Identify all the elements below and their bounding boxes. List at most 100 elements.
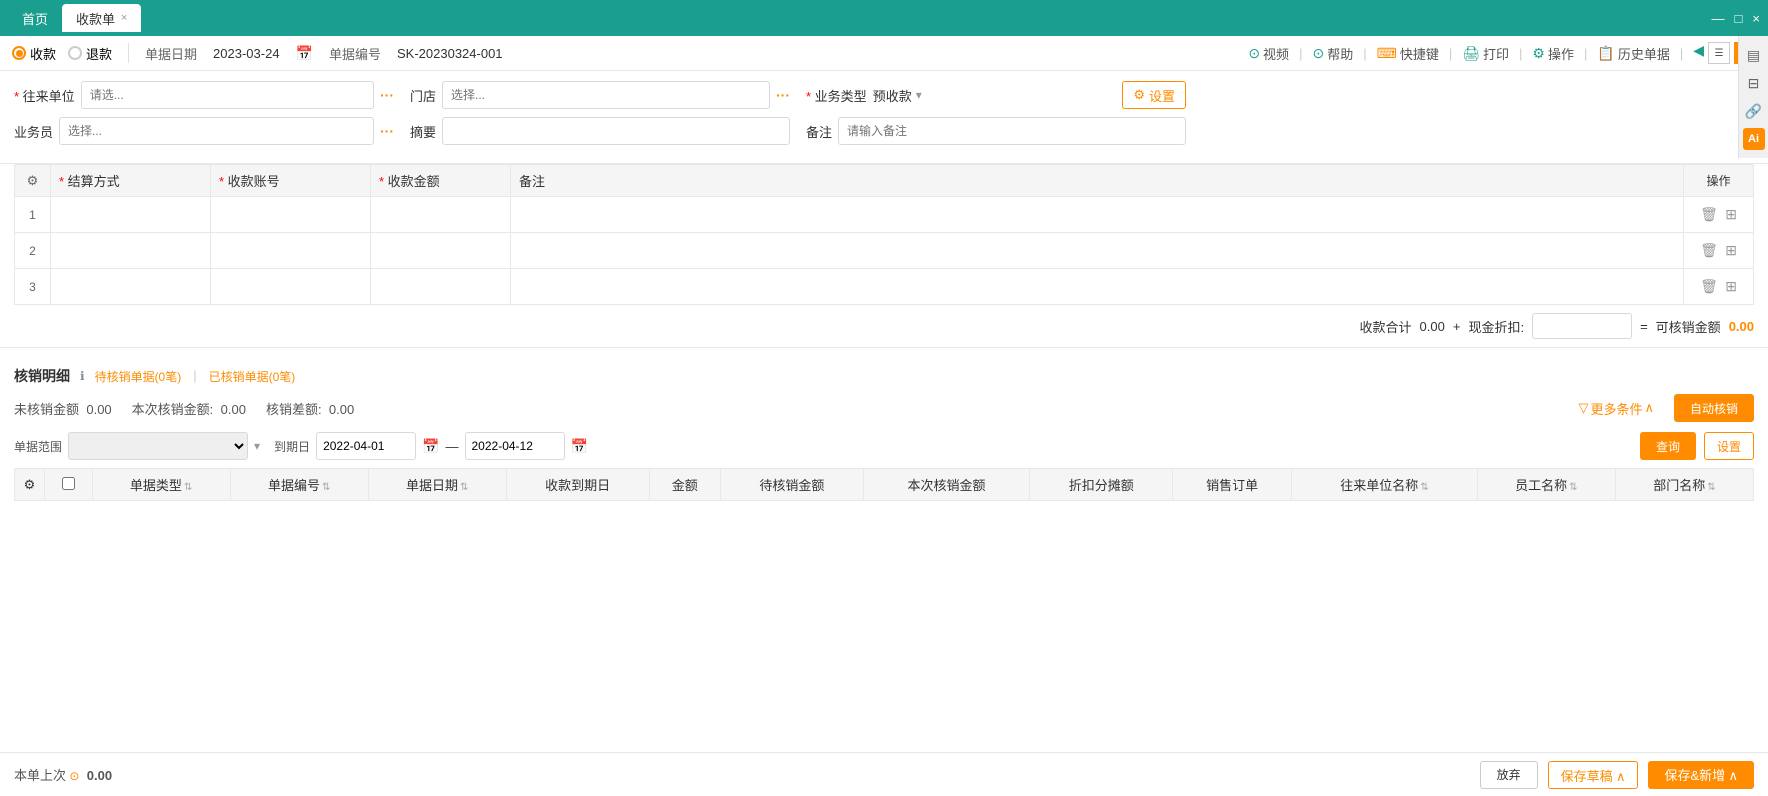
- gear-bottom-icon[interactable]: ⚙: [24, 477, 36, 492]
- tab-receipt[interactable]: 收款单 ×: [62, 4, 141, 32]
- row-settle-1[interactable]: [51, 197, 211, 233]
- tab-home[interactable]: 首页: [8, 4, 62, 32]
- print-action[interactable]: 🖨 打印: [1462, 44, 1509, 63]
- right-panel-icon-2[interactable]: ⊟: [1743, 72, 1765, 94]
- video-icon: ⊙: [1248, 45, 1260, 62]
- minimize-icon[interactable]: —: [1712, 11, 1725, 26]
- stat-current: 本次核销金额: 0.00: [132, 399, 246, 418]
- footer-actions: 放弃 保存草稿 ∧ 保存&新增 ∧: [1480, 761, 1754, 789]
- receipt-table: ⚙ 结算方式 收款账号 收款金额 备注 操作: [14, 164, 1754, 305]
- store-ellipsis[interactable]: ···: [776, 87, 790, 103]
- auto-writeoff-btn[interactable]: 自动核销: [1674, 394, 1754, 422]
- delete-icon-1[interactable]: 🗑: [1700, 206, 1718, 222]
- form-area: 往来单位 ··· 门店 ··· 业务类型 预收款 ▾ ⚙ 设置: [0, 71, 1768, 164]
- remark-input[interactable]: [838, 117, 1186, 145]
- writeoff-tabs: 待核销单据(0笔) | 已核销单据(0笔): [95, 368, 296, 385]
- pending-col-header: 待核销金额: [720, 469, 863, 501]
- radio-group: 收款 退款: [12, 44, 112, 63]
- calendar-end-icon[interactable]: 📅: [571, 438, 588, 455]
- staff-input[interactable]: [59, 117, 374, 145]
- right-panel-icon-1[interactable]: ▤: [1743, 44, 1765, 66]
- radio-refund[interactable]: 退款: [68, 44, 112, 63]
- row-amount-1[interactable]: [371, 197, 511, 233]
- history-action[interactable]: 📋 历史单据: [1597, 44, 1669, 63]
- operate-action[interactable]: ⚙ 操作: [1532, 44, 1574, 63]
- amount-col-header: 收款金额: [379, 174, 440, 189]
- staff-ellipsis[interactable]: ···: [380, 123, 394, 139]
- copy-icon-1[interactable]: ⊞: [1725, 206, 1737, 222]
- print-label: 打印: [1483, 44, 1509, 63]
- discount-label: 现金折扣:: [1468, 317, 1524, 336]
- more-conditions-btn[interactable]: ▽ 更多条件 ∧: [1578, 399, 1654, 418]
- shortcut-action[interactable]: ⌨ 快捷键: [1377, 44, 1439, 63]
- abandon-btn[interactable]: 放弃: [1480, 761, 1538, 789]
- right-panel-icon-4[interactable]: Ai: [1743, 128, 1765, 150]
- this-upper-question-icon[interactable]: ⊙: [69, 769, 79, 783]
- table-row: 2 🗑 ⊞: [15, 233, 1754, 269]
- stat-diff: 核销差额: 0.00: [266, 399, 354, 418]
- row-remark-3[interactable]: [511, 269, 1684, 305]
- radio-refund-circle: [68, 46, 82, 60]
- biz-type-arrow[interactable]: ▾: [916, 88, 922, 102]
- main-content: 收款 退款 单据日期 2023-03-24 📅 单据编号 SK-20230324…: [0, 36, 1768, 796]
- maximize-icon[interactable]: □: [1735, 11, 1743, 26]
- select-all-checkbox[interactable]: [62, 477, 75, 490]
- calendar-icon[interactable]: 📅: [296, 45, 313, 62]
- settings-label: 设置: [1149, 86, 1175, 105]
- chevron-up-icon: ∧: [1644, 400, 1654, 416]
- delete-icon-3[interactable]: 🗑: [1700, 278, 1718, 294]
- partner-input[interactable]: [81, 81, 374, 109]
- store-input[interactable]: [442, 81, 770, 109]
- prev-icon[interactable]: ◀: [1693, 42, 1704, 64]
- save-new-btn[interactable]: 保存&新增 ∧: [1648, 761, 1754, 789]
- save-draft-btn[interactable]: 保存草稿 ∧: [1548, 761, 1639, 789]
- row-amount-2[interactable]: [371, 233, 511, 269]
- row-ops-2: 🗑 ⊞: [1684, 233, 1754, 269]
- range-arrow[interactable]: ▾: [254, 439, 260, 453]
- query-btn[interactable]: 查询: [1640, 432, 1696, 460]
- date-col-header: 单据日期⇅: [368, 469, 506, 501]
- tab-done[interactable]: 已核销单据(0笔): [209, 368, 296, 385]
- this-upper-value: 0.00: [87, 768, 112, 783]
- copy-icon-3[interactable]: ⊞: [1725, 278, 1737, 294]
- tab-pending[interactable]: 待核销单据(0笔): [95, 368, 182, 385]
- due-date-end-input[interactable]: [465, 432, 565, 460]
- right-panel-icon-3[interactable]: 🔗: [1743, 100, 1765, 122]
- summary-input[interactable]: [442, 117, 790, 145]
- partner-ellipsis[interactable]: ···: [380, 87, 394, 103]
- delete-icon-2[interactable]: 🗑: [1700, 242, 1718, 258]
- settle-col-header: 结算方式: [59, 174, 120, 189]
- filter-icon: ▽: [1578, 400, 1588, 416]
- row-amount-3[interactable]: [371, 269, 511, 305]
- radio-collect[interactable]: 收款: [12, 44, 56, 63]
- row-settle-3[interactable]: [51, 269, 211, 305]
- tab-separator: |: [193, 368, 196, 385]
- radio-collect-circle: [12, 46, 26, 60]
- tab-close-icon[interactable]: ×: [121, 12, 127, 24]
- current-col-header: 本次核销金额: [863, 469, 1030, 501]
- save-new-arrow: ∧: [1728, 768, 1738, 783]
- page-footer: 本单上次 ⊙ 0.00 放弃 保存草稿 ∧ 保存&新增 ∧: [0, 752, 1768, 796]
- help-action[interactable]: ⊙ 帮助: [1312, 44, 1353, 63]
- form-row-1: 往来单位 ··· 门店 ··· 业务类型 预收款 ▾ ⚙ 设置: [14, 81, 1754, 109]
- settings-button[interactable]: ⚙ 设置: [1122, 81, 1186, 109]
- writeoff-info-icon: ℹ: [80, 369, 85, 383]
- copy-icon-2[interactable]: ⊞: [1725, 242, 1737, 258]
- row-settle-2[interactable]: [51, 233, 211, 269]
- row-account-3[interactable]: [211, 269, 371, 305]
- calendar-start-icon[interactable]: 📅: [422, 438, 439, 455]
- writeoff-settings-btn[interactable]: 设置: [1704, 432, 1754, 460]
- view-list-icon[interactable]: ☰: [1708, 42, 1730, 64]
- row-remark-2[interactable]: [511, 233, 1684, 269]
- range-select[interactable]: [68, 432, 248, 460]
- table-gear-icon[interactable]: ⚙: [27, 173, 39, 188]
- writeoff-section: 核销明细 ℹ 待核销单据(0笔) | 已核销单据(0笔) 未核销金额 0.00 …: [0, 356, 1768, 796]
- due-date-start-input[interactable]: [316, 432, 416, 460]
- row-account-1[interactable]: [211, 197, 371, 233]
- close-icon[interactable]: ×: [1752, 11, 1760, 26]
- filter-actions: 查询 设置: [1640, 432, 1754, 460]
- row-account-2[interactable]: [211, 233, 371, 269]
- discount-input[interactable]: [1532, 313, 1632, 339]
- video-action[interactable]: ⊙ 视频: [1248, 44, 1289, 63]
- row-remark-1[interactable]: [511, 197, 1684, 233]
